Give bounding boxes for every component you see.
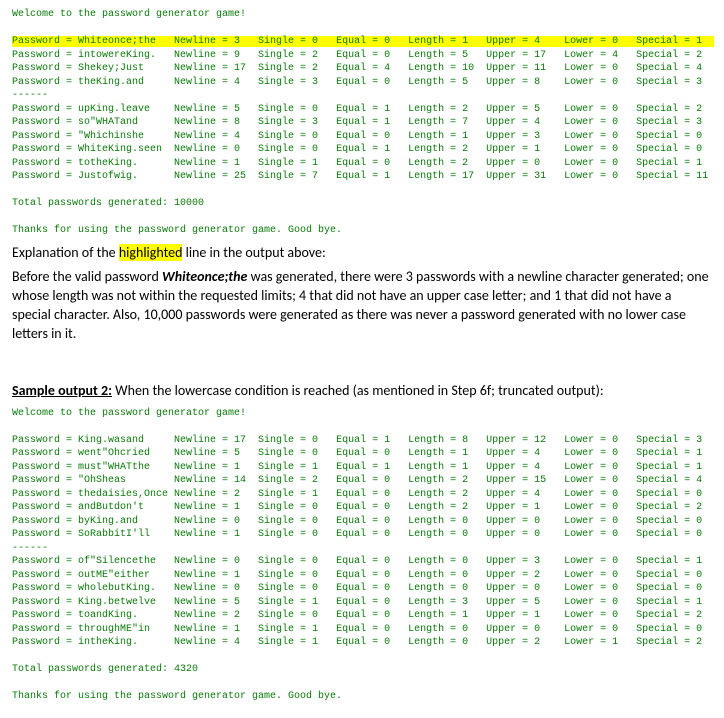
highlighted-word: highlighted [119, 244, 183, 261]
explanation-body: Before the valid password Whiteonce;the … [12, 268, 712, 344]
heading-rest: When the lowercase condition is reached … [112, 382, 604, 399]
console-output-2: Welcome to the password generator game! … [12, 407, 712, 704]
heading-label: Sample output 2: [12, 382, 112, 399]
explanation-lead: Explanation of the highlighted line in t… [12, 244, 712, 263]
text: Before the valid password [12, 268, 162, 285]
bold-password: Whiteonce;the [162, 268, 247, 285]
console-output-1: Welcome to the password generator game! … [12, 8, 712, 238]
text: line in the output above: [182, 244, 325, 261]
text: Explanation of the [12, 244, 119, 261]
sample2-heading: Sample output 2: When the lowercase cond… [12, 382, 712, 401]
